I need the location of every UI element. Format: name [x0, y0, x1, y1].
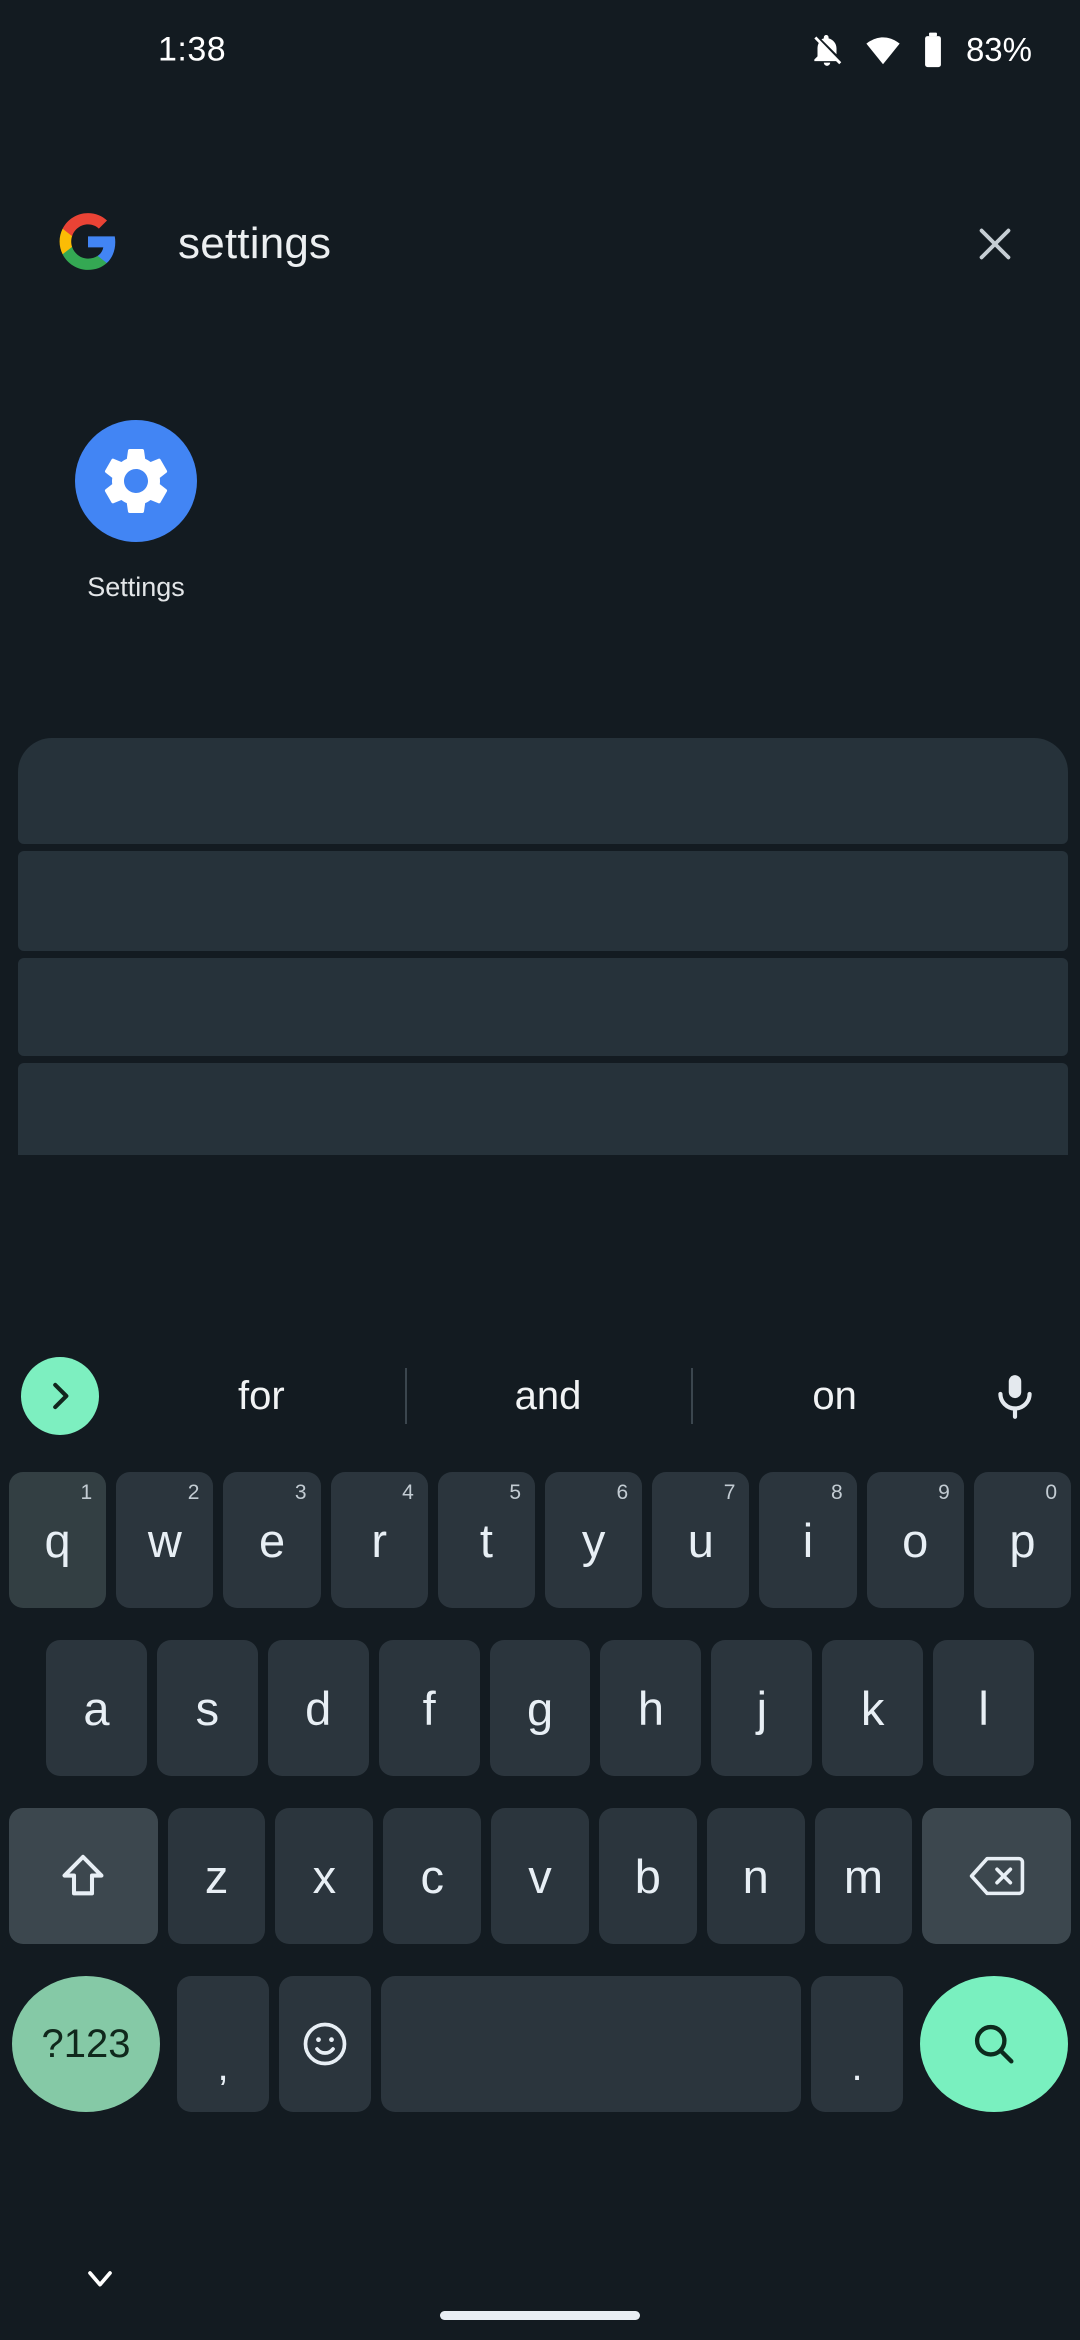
settings-gear-icon: [75, 420, 197, 542]
placeholder-card: [18, 851, 1068, 951]
key-y[interactable]: 6 y: [545, 1472, 643, 1608]
key-superscript: 5: [509, 1481, 522, 1504]
key-label: i: [802, 1513, 814, 1567]
search-input[interactable]: settings: [178, 219, 331, 269]
phone-screen: 1:38 83% settings Settings for and on 1 …: [0, 0, 1080, 2340]
suggestion-item[interactable]: and: [405, 1374, 692, 1419]
key-x[interactable]: x: [275, 1808, 374, 1944]
emoji-icon[interactable]: [279, 1976, 371, 2112]
key-i[interactable]: 8 i: [759, 1472, 857, 1608]
keyboard-row-1: 1 q 2 w 3 e 4 r 5 t 6 y 7 u 8 i 9 o 0 p: [0, 1472, 1080, 1608]
microphone-icon[interactable]: [980, 1361, 1050, 1431]
keyboard-row-4: ?123 , .: [0, 1976, 1080, 2112]
key-d[interactable]: d: [267, 1640, 369, 1776]
key-superscript: 3: [294, 1481, 307, 1504]
app-result-label: Settings: [87, 572, 185, 602]
key-j[interactable]: j: [711, 1640, 813, 1776]
wifi-icon: [864, 31, 902, 69]
key-superscript: 9: [938, 1481, 950, 1504]
key-label: q: [44, 1513, 71, 1567]
placeholder-card: [18, 1063, 1068, 1155]
keyboard-row-3: z x c v b n m: [0, 1808, 1080, 1944]
key-comma[interactable]: ,: [177, 1976, 269, 2112]
on-screen-keyboard: 1 q 2 w 3 e 4 r 5 t 6 y 7 u 8 i 9 o 0 p …: [0, 1464, 1080, 2220]
result-placeholder-list: [18, 738, 1068, 1162]
key-g[interactable]: g: [489, 1640, 591, 1776]
key-superscript: 1: [80, 1481, 93, 1504]
shift-icon[interactable]: [9, 1808, 158, 1944]
home-gesture-bar[interactable]: [440, 2311, 640, 2320]
key-superscript: 6: [616, 1481, 629, 1504]
battery-icon: [920, 31, 946, 69]
symbols-key[interactable]: ?123: [12, 1976, 160, 2112]
suggestion-item[interactable]: for: [118, 1374, 405, 1419]
chevron-down-icon[interactable]: [72, 2256, 128, 2300]
key-label: p: [1009, 1513, 1036, 1567]
key-a[interactable]: a: [46, 1640, 147, 1776]
key-label: y: [581, 1513, 606, 1567]
key-k[interactable]: k: [822, 1640, 924, 1776]
key-superscript: 7: [723, 1481, 736, 1504]
key-superscript: 2: [187, 1481, 200, 1504]
key-n[interactable]: n: [706, 1808, 805, 1944]
key-v[interactable]: v: [491, 1808, 589, 1944]
keyboard-row-2: a s d f g h j k l: [0, 1640, 1080, 1776]
key-w[interactable]: 2 w: [116, 1472, 214, 1608]
backspace-icon[interactable]: [922, 1808, 1072, 1944]
key-superscript: 8: [830, 1481, 843, 1504]
suggestion-words: for and on: [118, 1340, 978, 1452]
google-g-logo: [57, 211, 119, 278]
key-f[interactable]: f: [378, 1640, 480, 1776]
key-l[interactable]: l: [933, 1640, 1035, 1776]
space-key[interactable]: [381, 1976, 801, 2112]
key-label: o: [902, 1513, 929, 1567]
close-icon[interactable]: [964, 213, 1026, 275]
app-result-settings[interactable]: Settings: [50, 420, 222, 603]
placeholder-card: [18, 958, 1068, 1056]
key-superscript: 4: [402, 1481, 414, 1504]
suggestion-item[interactable]: on: [691, 1374, 978, 1419]
key-m[interactable]: m: [814, 1808, 913, 1944]
key-u[interactable]: 7 u: [652, 1472, 750, 1608]
key-period[interactable]: .: [811, 1976, 903, 2112]
search-bar[interactable]: settings: [0, 186, 1080, 302]
key-b[interactable]: b: [598, 1808, 697, 1944]
navigation-bar: [0, 2220, 1080, 2340]
key-label: w: [147, 1513, 182, 1567]
battery-percent: 83%: [965, 31, 1032, 68]
key-label: e: [258, 1513, 286, 1567]
key-s[interactable]: s: [156, 1640, 258, 1776]
key-e[interactable]: 3 e: [223, 1472, 321, 1608]
key-c[interactable]: c: [383, 1808, 482, 1944]
key-label: r: [371, 1513, 388, 1567]
key-z[interactable]: z: [167, 1808, 266, 1944]
key-label: t: [479, 1513, 493, 1567]
chevron-right-icon[interactable]: [21, 1357, 99, 1435]
status-bar: 1:38 83%: [0, 0, 1080, 100]
notifications-off-icon: [808, 31, 846, 69]
key-t[interactable]: 5 t: [437, 1472, 536, 1608]
key-superscript: 0: [1045, 1481, 1058, 1504]
suggestion-strip: for and on: [0, 1340, 1080, 1452]
key-r[interactable]: 4 r: [330, 1472, 428, 1608]
search-icon[interactable]: [920, 1976, 1068, 2112]
key-p[interactable]: 0 p: [973, 1472, 1072, 1608]
key-o[interactable]: 9 o: [866, 1472, 964, 1608]
key-label: u: [687, 1513, 714, 1567]
key-q[interactable]: 1 q: [9, 1472, 107, 1608]
status-clock: 1:38: [158, 30, 227, 69]
placeholder-card: [18, 738, 1068, 844]
status-icons: 83%: [808, 31, 1032, 69]
key-h[interactable]: h: [600, 1640, 702, 1776]
